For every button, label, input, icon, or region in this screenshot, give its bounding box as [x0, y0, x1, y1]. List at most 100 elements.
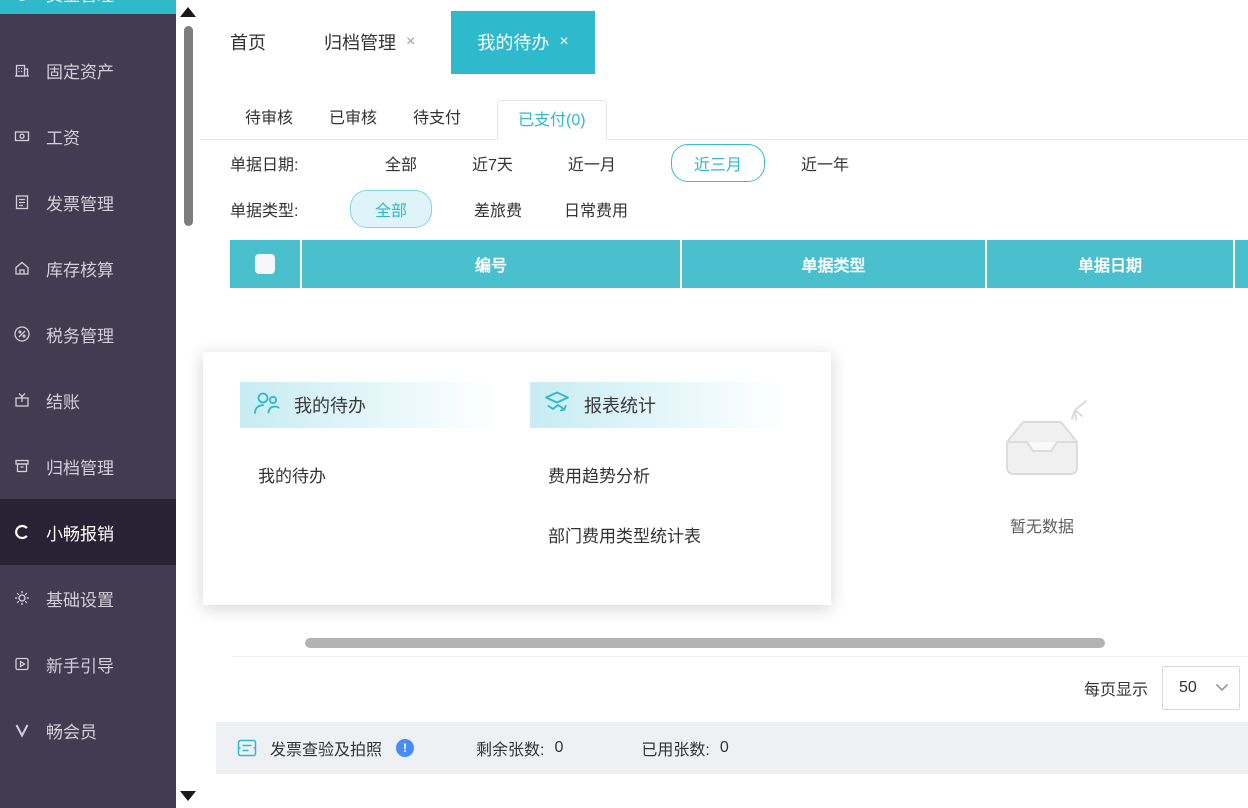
archive-icon — [12, 456, 32, 476]
filter-date-label: 单据日期: — [230, 157, 299, 174]
sidebar-item-settings[interactable]: 基础设置 — [0, 565, 176, 631]
top-tabbar: 首页 归档管理 × 我的待办 × — [200, 0, 1248, 84]
sidebar-item-label: 新手引导 — [46, 656, 114, 676]
sidebar-item-fixed-assets[interactable]: 固定资产 — [0, 37, 176, 103]
subtab-pending-pay[interactable]: 待支付 — [413, 99, 461, 139]
used-count-label: 已用张数: — [641, 742, 710, 759]
sidebar-item-label: 固定资产 — [46, 62, 114, 82]
invoice-icon — [12, 192, 32, 212]
filter-date-1y[interactable]: 近一年 — [801, 151, 849, 175]
money-icon — [12, 0, 32, 3]
status-subtabs: 待审核 已审核 待支付 已支付(0) — [200, 84, 1248, 140]
sidebar-item-label: 畅会员 — [46, 722, 97, 742]
footer-bar: 发票查验及拍照 ! 剩余张数: 0 已用张数: 0 — [216, 722, 1248, 774]
sidebar-item-label: 基础设置 — [46, 590, 114, 610]
sidebar-item-label: 发票管理 — [46, 194, 114, 214]
select-all-cell — [230, 240, 300, 288]
guide-icon — [12, 654, 32, 674]
content-divider — [232, 656, 1248, 657]
member-icon — [12, 720, 32, 740]
app-root: 资金管理 固定资产 工资 发票管理 库存核算 — [0, 0, 1248, 808]
filter-row-type: 单据类型: 全部 差旅费 日常费用 — [200, 186, 1248, 232]
main-content: 首页 归档管理 × 我的待办 × 待审核 已审核 待支付 已支付(0) 单据日期… — [200, 0, 1248, 808]
col-header-overflow — [1235, 240, 1248, 288]
sidebar-item-archive[interactable]: 归档管理 — [0, 433, 176, 499]
horizontal-scrollbar-thumb[interactable] — [305, 638, 1105, 648]
sidebar-item-tax[interactable]: 税务管理 — [0, 301, 176, 367]
remaining-count-value: 0 — [554, 739, 564, 756]
empty-box-icon — [982, 400, 1102, 500]
salary-icon — [12, 126, 32, 146]
select-all-checkbox[interactable] — [255, 254, 275, 274]
report-stats-icon — [542, 390, 572, 421]
sidebar-item-settle[interactable]: 结账 — [0, 367, 176, 433]
scroll-up-icon[interactable] — [180, 7, 196, 17]
popup-item-my-todo[interactable]: 我的待办 — [258, 462, 326, 487]
filter-row-date: 单据日期: 全部 近7天 近一月 近三月 近一年 — [200, 140, 1248, 186]
popup-section-title: 报表统计 — [584, 396, 656, 416]
sidebar-item-label: 工资 — [46, 128, 80, 148]
page-size-label: 每页显示 — [1083, 682, 1148, 699]
popup-section-todo: 我的待办 — [240, 382, 500, 428]
menu-popup: 我的待办 报表统计 我的待办 费用趋势分析 部门费用类型统计表 — [203, 352, 831, 605]
used-count-value: 0 — [719, 739, 729, 756]
popup-section-title: 我的待办 — [294, 396, 366, 416]
table-header: 编号 单据类型 单据日期 — [230, 240, 1248, 288]
sidebar: 资金管理 固定资产 工资 发票管理 库存核算 — [0, 0, 176, 808]
sidebar-item-label: 结账 — [46, 392, 80, 412]
filter-type-travel[interactable]: 差旅费 — [474, 197, 522, 221]
page-size-value: 50 — [1179, 679, 1197, 696]
tab-label: 首页 — [230, 33, 266, 53]
scroll-down-icon[interactable] — [180, 791, 196, 801]
filter-date-1m[interactable]: 近一月 — [568, 151, 616, 175]
close-icon[interactable]: × — [406, 34, 415, 50]
tab-home[interactable]: 首页 — [230, 29, 266, 55]
settle-icon — [12, 390, 32, 410]
filter-type-label: 单据类型: — [230, 203, 299, 220]
popup-item-dept-expense-table[interactable]: 部门费用类型统计表 — [548, 522, 701, 547]
pagination: 每页显示 50 — [1084, 666, 1240, 710]
sidebar-item-label: 税务管理 — [46, 326, 114, 346]
filter-type-all-selected[interactable]: 全部 — [350, 190, 433, 228]
info-icon[interactable]: ! — [396, 739, 415, 757]
sidebar-item-invoice-mgmt[interactable]: 发票管理 — [0, 169, 176, 235]
col-header-date: 单据日期 — [987, 240, 1233, 288]
sidebar-item-label: 资金管理 — [46, 0, 114, 6]
invoice-check-label[interactable]: 发票查验及拍照 — [270, 736, 382, 760]
filter-date-3m-selected[interactable]: 近三月 — [670, 144, 765, 182]
chevron-down-icon — [1215, 679, 1229, 697]
sidebar-item-inventory[interactable]: 库存核算 — [0, 235, 176, 301]
sidebar-item-label: 库存核算 — [46, 260, 114, 280]
sidebar-scrollbar-thumb[interactable] — [184, 26, 193, 226]
tab-archive[interactable]: 归档管理 × — [324, 29, 415, 55]
filter-date-7d[interactable]: 近7天 — [472, 151, 513, 175]
invoice-scan-icon — [236, 737, 258, 759]
reimburse-icon — [12, 522, 32, 542]
popup-section-reports: 报表统计 — [530, 382, 788, 428]
col-header-type: 单据类型 — [682, 240, 985, 288]
close-icon[interactable]: × — [559, 34, 568, 50]
col-header-number: 编号 — [302, 240, 680, 288]
remaining-count-label: 剩余张数: — [476, 742, 545, 759]
sidebar-item-member[interactable]: 畅会员 — [0, 697, 176, 763]
empty-state-text: 暂无数据 — [1009, 519, 1074, 536]
gear-icon — [12, 588, 32, 608]
page-size-select[interactable]: 50 — [1162, 666, 1240, 710]
sidebar-item-salary[interactable]: 工资 — [0, 103, 176, 169]
sidebar-item-label: 小畅报销 — [46, 524, 114, 544]
tab-my-todo[interactable]: 我的待办 × — [451, 10, 595, 74]
filter-date-all[interactable]: 全部 — [385, 151, 417, 175]
sidebar-scrollbar[interactable] — [176, 0, 200, 808]
sidebar-item-funds[interactable]: 资金管理 — [0, 0, 176, 14]
tab-label: 归档管理 — [324, 33, 396, 53]
popup-item-expense-trend[interactable]: 费用趋势分析 — [548, 462, 650, 487]
sidebar-item-label: 归档管理 — [46, 458, 114, 478]
filter-type-daily[interactable]: 日常费用 — [564, 197, 628, 221]
subtab-reviewed[interactable]: 已审核 — [329, 99, 377, 139]
sidebar-item-guide[interactable]: 新手引导 — [0, 631, 176, 697]
subtab-pending-review[interactable]: 待审核 — [245, 99, 293, 139]
sidebar-item-reimburse[interactable]: 小畅报销 — [0, 499, 176, 565]
tax-icon — [12, 324, 32, 344]
tab-label: 我的待办 — [477, 33, 550, 53]
subtab-paid[interactable]: 已支付(0) — [497, 100, 607, 140]
